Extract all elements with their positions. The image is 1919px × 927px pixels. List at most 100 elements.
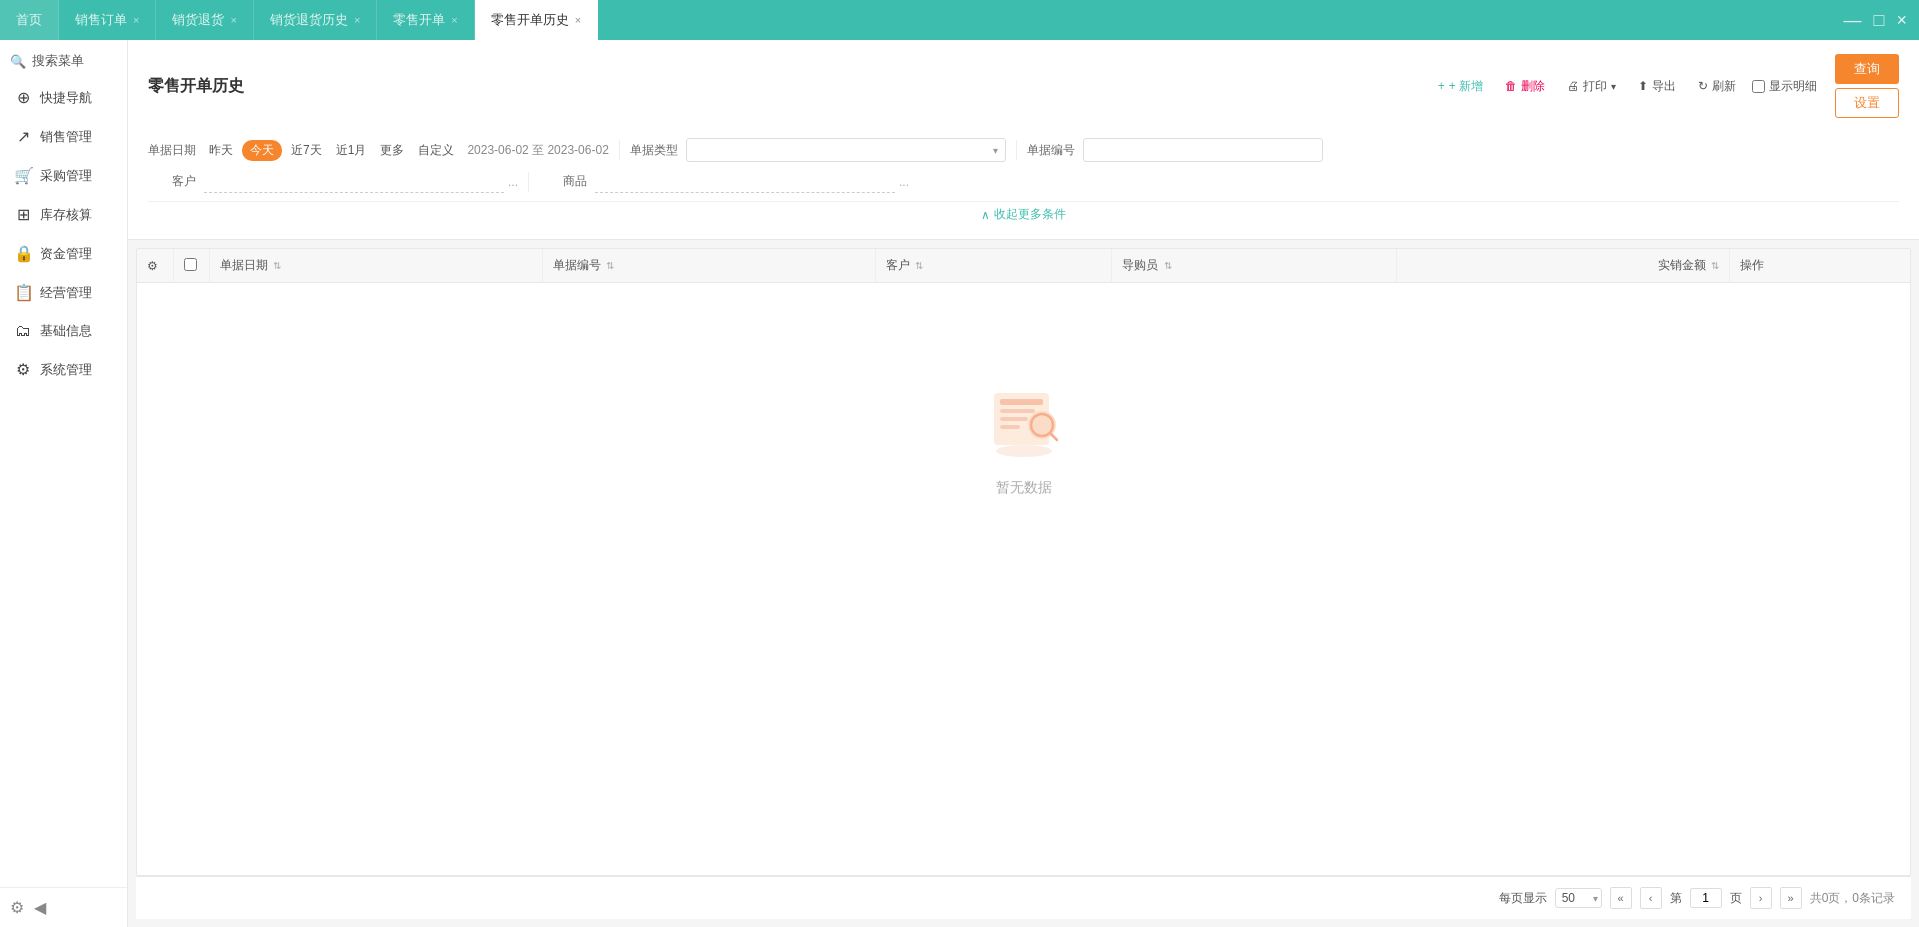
inventory-icon: ⊞ xyxy=(14,205,32,224)
table-wrap: ⚙ 单据日期 ⇅ 单据编号 ⇅ xyxy=(136,248,1911,876)
goods-dots-btn[interactable]: ... xyxy=(899,175,909,189)
customer-input[interactable] xyxy=(204,170,504,193)
top-tabbar: 首页 销售订单 × 销货退货 × 销货退货历史 × 零售开单 × 零售开单历史 … xyxy=(0,0,1919,40)
filter-row-1: 单据日期 昨天 今天 近7天 近1月 更多 自定义 2023-06-02 至 2… xyxy=(148,138,1899,162)
doc-type-label: 单据类型 xyxy=(630,142,686,159)
collapse-bar[interactable]: ∧ 收起更多条件 xyxy=(148,201,1899,229)
sys-mgmt-icon: ⚙ xyxy=(14,360,32,379)
select-all-checkbox[interactable] xyxy=(184,258,197,271)
tab-retail-open[interactable]: 零售开单 × xyxy=(377,0,474,40)
doc-number-input[interactable] xyxy=(1083,138,1323,162)
close-btn[interactable]: × xyxy=(1896,10,1907,31)
date-btn-7days[interactable]: 近7天 xyxy=(286,140,327,161)
next-page-btn[interactable]: › xyxy=(1750,887,1772,909)
settings-icon[interactable]: ⚙ xyxy=(147,259,158,273)
page-title: 零售开单历史 xyxy=(148,76,244,97)
setting-btn[interactable]: 设置 xyxy=(1835,88,1899,118)
doc-type-select[interactable] xyxy=(686,138,1006,162)
sidebar-item-purchase-mgmt[interactable]: 🛒 采购管理 xyxy=(0,156,127,195)
prev-page-btn[interactable]: ‹ xyxy=(1640,887,1662,909)
tab-retail-open-close[interactable]: × xyxy=(451,14,457,26)
tab-sales-return-label: 销货退货 xyxy=(172,11,224,29)
sidebar-item-quick-nav[interactable]: ⊕ 快捷导航 xyxy=(0,78,127,117)
sidebar-collapse-btn[interactable]: ◀ xyxy=(34,898,46,917)
th-checkbox[interactable] xyxy=(173,249,209,283)
add-btn-label: + 新增 xyxy=(1449,78,1483,95)
page-number-input[interactable] xyxy=(1690,888,1722,908)
sort-customer-icon: ⇅ xyxy=(915,260,923,271)
tab-sales-order-close[interactable]: × xyxy=(133,14,139,26)
sidebar-item-quick-nav-label: 快捷导航 xyxy=(40,89,92,107)
tab-retail-open-history-label: 零售开单历史 xyxy=(491,11,569,29)
export-icon: ⬆ xyxy=(1638,79,1648,93)
tab-sales-order-label: 销售订单 xyxy=(75,11,127,29)
date-range-display: 2023-06-02 至 2023-06-02 xyxy=(467,142,608,159)
restore-btn[interactable]: □ xyxy=(1874,10,1885,31)
tab-sales-return-history-close[interactable]: × xyxy=(354,14,360,26)
minimize-btn[interactable]: — xyxy=(1844,10,1862,31)
sidebar-item-basic-info[interactable]: 🗂 基础信息 xyxy=(0,312,127,350)
refresh-btn[interactable]: ↻ 刷新 xyxy=(1692,74,1742,99)
sidebar-item-finance[interactable]: 🔒 资金管理 xyxy=(0,234,127,273)
delete-btn-label: 删除 xyxy=(1521,78,1545,95)
svg-rect-5 xyxy=(1000,425,1020,429)
export-btn[interactable]: ⬆ 导出 xyxy=(1632,74,1682,99)
date-btn-more[interactable]: 更多 xyxy=(375,140,409,161)
sidebar-item-operations-label: 经营管理 xyxy=(40,284,92,302)
display-cols-checkbox[interactable] xyxy=(1752,80,1765,93)
content-area: 零售开单历史 + + 新增 🗑 删除 🖨 打印 ▾ xyxy=(128,40,1919,927)
tab-sales-order[interactable]: 销售订单 × xyxy=(59,0,156,40)
add-btn[interactable]: + + 新增 xyxy=(1432,74,1489,99)
page-header: 零售开单历史 + + 新增 🗑 删除 🖨 打印 ▾ xyxy=(128,40,1919,240)
sidebar: 🔍 搜索菜单 ⊕ 快捷导航 ↗ 销售管理 🛒 采购管理 ⊞ 库存核算 🔒 资金管… xyxy=(0,40,128,927)
tab-sales-return[interactable]: 销货退货 × xyxy=(156,0,253,40)
sidebar-item-basic-info-label: 基础信息 xyxy=(40,322,92,340)
sort-amount-icon: ⇅ xyxy=(1711,260,1719,271)
query-btn[interactable]: 查询 xyxy=(1835,54,1899,84)
date-btn-custom[interactable]: 自定义 xyxy=(413,140,459,161)
purchase-mgmt-icon: 🛒 xyxy=(14,166,32,185)
th-amount[interactable]: 实销金额 ⇅ xyxy=(1397,249,1730,283)
toolbar: + + 新增 🗑 删除 🖨 打印 ▾ ⬆ 导出 xyxy=(1432,54,1899,118)
main-layout: 🔍 搜索菜单 ⊕ 快捷导航 ↗ 销售管理 🛒 采购管理 ⊞ 库存核算 🔒 资金管… xyxy=(0,40,1919,927)
tab-sales-return-history[interactable]: 销货退货历史 × xyxy=(254,0,377,40)
first-page-btn[interactable]: « xyxy=(1610,887,1632,909)
th-customer[interactable]: 客户 ⇅ xyxy=(876,249,1112,283)
sidebar-item-sales-mgmt[interactable]: ↗ 销售管理 xyxy=(0,117,127,156)
goods-input[interactable] xyxy=(595,170,895,193)
filter-divider-1 xyxy=(619,140,620,160)
display-cols-toggle[interactable]: 显示明细 xyxy=(1752,78,1817,95)
th-action: 操作 xyxy=(1730,249,1910,283)
window-controls: — □ × xyxy=(1844,10,1919,31)
th-guide[interactable]: 导购员 ⇅ xyxy=(1112,249,1397,283)
sidebar-item-sys-mgmt[interactable]: ⚙ 系统管理 xyxy=(0,350,127,389)
tab-home[interactable]: 首页 xyxy=(0,0,59,40)
customer-dots-btn[interactable]: ... xyxy=(508,175,518,189)
sidebar-settings-btn[interactable]: ⚙ xyxy=(10,898,24,917)
sidebar-item-inventory-label: 库存核算 xyxy=(40,206,92,224)
th-settings[interactable]: ⚙ xyxy=(137,249,173,283)
customer-label: 客户 xyxy=(148,173,204,190)
last-page-btn[interactable]: » xyxy=(1780,887,1802,909)
svg-rect-4 xyxy=(1000,417,1028,421)
print-btn[interactable]: 🖨 打印 ▾ xyxy=(1561,74,1622,99)
sidebar-item-inventory[interactable]: ⊞ 库存核算 xyxy=(0,195,127,234)
date-btn-today[interactable]: 今天 xyxy=(242,140,282,161)
tab-sales-return-close[interactable]: × xyxy=(230,14,236,26)
sidebar-item-operations[interactable]: 📋 经营管理 xyxy=(0,273,127,312)
tab-home-label: 首页 xyxy=(16,11,42,29)
empty-illustration xyxy=(974,363,1074,463)
date-btn-yesterday[interactable]: 昨天 xyxy=(204,140,238,161)
date-btn-1month[interactable]: 近1月 xyxy=(331,140,372,161)
empty-state: 暂无数据 xyxy=(137,283,1910,537)
sidebar-search[interactable]: 🔍 搜索菜单 xyxy=(0,44,127,78)
per-page-select[interactable]: 10 20 50 100 xyxy=(1555,888,1602,908)
delete-btn[interactable]: 🗑 删除 xyxy=(1499,74,1551,99)
sort-number-icon: ⇅ xyxy=(606,260,614,271)
svg-line-8 xyxy=(1051,434,1057,440)
tab-retail-open-history-close[interactable]: × xyxy=(575,14,581,26)
pagination-bar: 每页显示 10 20 50 100 ▾ « ‹ 第 页 › » 共0页，0条记录 xyxy=(136,876,1911,919)
tab-retail-open-history[interactable]: 零售开单历史 × xyxy=(475,0,598,40)
th-number[interactable]: 单据编号 ⇅ xyxy=(542,249,875,283)
th-date[interactable]: 单据日期 ⇅ xyxy=(209,249,542,283)
